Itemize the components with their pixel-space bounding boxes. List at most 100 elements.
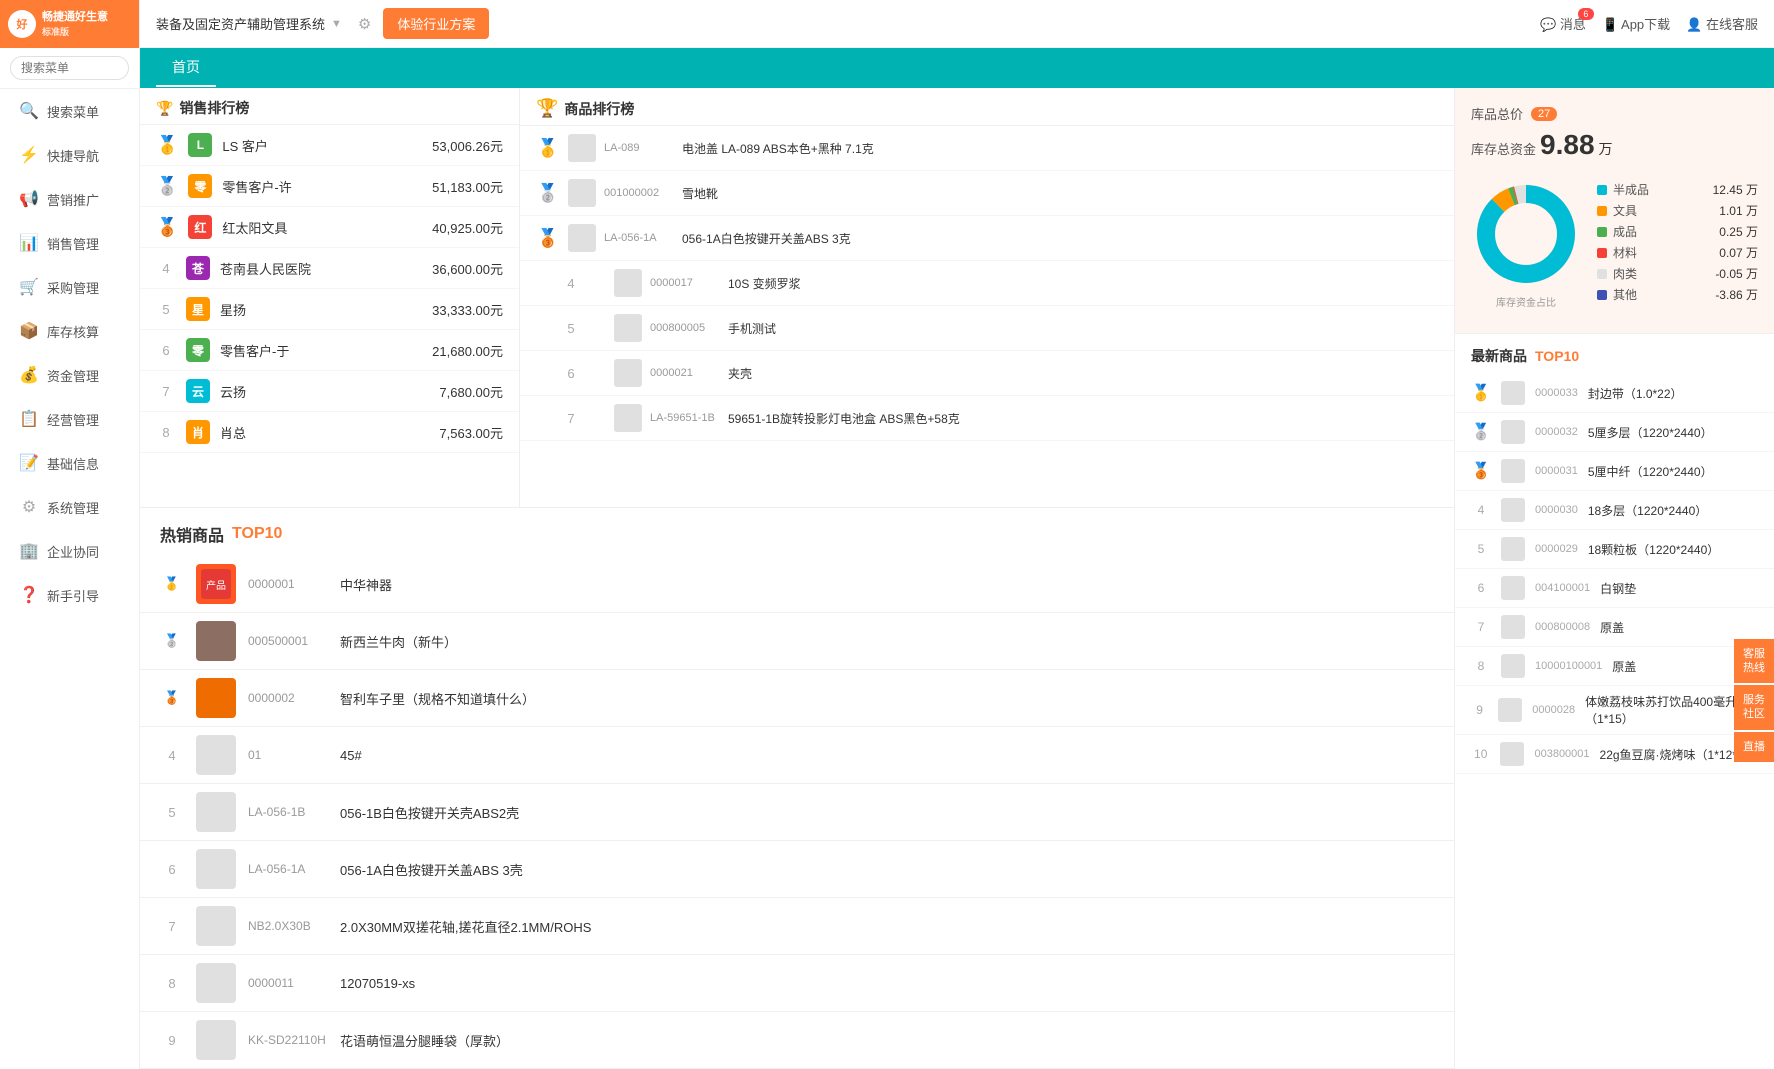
product-rank-top-panel: 🏆 商品排行榜 🥇 LA-089 电池盖 LA-089 ABS本色+黑种 7.1…	[520, 88, 1454, 507]
hot-item-4[interactable]: 4 01 45#	[140, 727, 1454, 784]
product-thumb	[568, 134, 596, 162]
sidebar-item-guide[interactable]: ❓ 新手引导	[0, 573, 139, 617]
product-rank-row-3[interactable]: 🥉 LA-056-1A 056-1A白色按键开关盖ABS 3克	[520, 216, 1454, 261]
medal-icon: 🥉	[156, 217, 178, 238]
rank-row-7[interactable]: 7 云 云扬 7,680.00元	[140, 371, 519, 412]
product-thumb	[614, 359, 642, 387]
hot-item-2[interactable]: 🥈 000500001 新西兰牛肉（新牛）	[140, 613, 1454, 670]
float-btn-community[interactable]: 服务 社区	[1734, 685, 1774, 730]
legend-dot	[1597, 290, 1607, 300]
hot-item-1[interactable]: 🥇 产品 0000001 中华神器	[140, 556, 1454, 613]
sidebar-item-sales[interactable]: 📊 销售管理	[0, 221, 139, 265]
product-rank-row-6[interactable]: 6 0000021 夹壳	[520, 351, 1454, 396]
rank-row-8[interactable]: 8 肖 肖总 7,563.00元	[140, 412, 519, 453]
svg-text:产品: 产品	[206, 579, 226, 592]
sidebar-item-quick-nav[interactable]: ⚡ 快捷导航	[0, 133, 139, 177]
sidebar-item-label: 快捷导航	[47, 146, 99, 165]
newest-row-10[interactable]: 10 003800001 22g鱼豆腐·烧烤味（1*12*20）	[1455, 735, 1774, 774]
newest-row-2[interactable]: 🥈 0000032 5厘多层（1220*2440）	[1455, 413, 1774, 452]
dropdown-arrow-icon[interactable]: ▼	[331, 18, 342, 30]
rank-number: 4	[156, 261, 176, 276]
sidebar-item-finance[interactable]: 💰 资金管理	[0, 353, 139, 397]
product-code: 0000017	[650, 277, 720, 289]
rank-row-4[interactable]: 4 苍 苍南县人民医院 36,600.00元	[140, 248, 519, 289]
donut-chart-container: 库存资金占比	[1471, 179, 1581, 309]
sidebar-item-purchase[interactable]: 🛒 采购管理	[0, 265, 139, 309]
app-logo: 好 畅捷通好生意 标准版	[0, 0, 139, 48]
newest-row-6[interactable]: 6 004100001 白钢垫	[1455, 569, 1774, 608]
float-btn-live[interactable]: 直播	[1734, 732, 1774, 762]
medal-icon: 🥈	[156, 176, 178, 197]
rank-row-3[interactable]: 🥉 红 红太阳文具 40,925.00元	[140, 207, 519, 248]
search-area[interactable]	[0, 48, 139, 89]
hot-item-thumb	[196, 678, 236, 718]
content-wrapper: 🏆 销售排行榜 🥇 L LS 客户 53,006.26元 🥈 零 零售客户-许	[140, 88, 1774, 1069]
sidebar-item-company[interactable]: 🏢 企业协同	[0, 529, 139, 573]
legend-name: 半成品	[1613, 181, 1707, 198]
sidebar-item-inventory[interactable]: 📦 库存核算	[0, 309, 139, 353]
product-thumb	[568, 179, 596, 207]
rank-row-5[interactable]: 5 星 星扬 33,333.00元	[140, 289, 519, 330]
product-rank-row-4[interactable]: 4 0000017 10S 变频罗浆	[520, 261, 1454, 306]
newest-row-3[interactable]: 🥉 0000031 5厘中纤（1220*2440）	[1455, 452, 1774, 491]
logo-badge: 标准版	[42, 25, 108, 38]
newest-top: TOP10	[1535, 348, 1579, 364]
sidebar-item-marketing[interactable]: 📢 营销推广	[0, 177, 139, 221]
tab-home[interactable]: 首页	[156, 49, 216, 87]
system-title: 装备及固定资产辅助管理系统 ▼	[156, 14, 342, 33]
rank-row-6[interactable]: 6 零 零售客户-于 21,680.00元	[140, 330, 519, 371]
product-rank-row-2[interactable]: 🥈 001000002 雪地靴	[520, 171, 1454, 216]
hot-item-name: 花语萌恒温分腿睡袋（厚款）	[340, 1031, 1434, 1050]
guide-icon: ❓	[19, 585, 39, 605]
message-btn[interactable]: 💬 消息 6	[1540, 14, 1586, 33]
legend-name: 成品	[1613, 223, 1713, 240]
rank-name: 星扬	[220, 300, 422, 319]
message-icon: 💬	[1540, 17, 1556, 32]
online-service-btn[interactable]: 👤 在线客服	[1686, 14, 1758, 33]
hot-item-name: 新西兰牛肉（新牛）	[340, 632, 1434, 651]
sidebar-item-search[interactable]: 🔍 搜索菜单	[0, 89, 139, 133]
hot-item-code: 0000011	[248, 976, 328, 990]
product-thumb	[614, 314, 642, 342]
newest-row-5[interactable]: 5 0000029 18颗粒板（1220*2440）	[1455, 530, 1774, 569]
rank-row-2[interactable]: 🥈 零 零售客户-许 51,183.00元	[140, 166, 519, 207]
legend-val: -0.05 万	[1715, 265, 1758, 282]
newest-thumb	[1501, 420, 1525, 444]
hot-item-9[interactable]: 9 KK-SD22110H 花语萌恒温分腿睡袋（厚款）	[140, 1012, 1454, 1069]
trial-btn[interactable]: 体验行业方案	[383, 8, 489, 39]
medal-icon: 🥇	[156, 135, 178, 156]
newest-code: 003800001	[1534, 748, 1589, 760]
product-name: 电池盖 LA-089 ABS本色+黑种 7.1克	[682, 140, 1438, 157]
hot-rank-num: 5	[160, 805, 184, 820]
legend-dot	[1597, 269, 1607, 279]
newest-row-4[interactable]: 4 0000030 18多层（1220*2440）	[1455, 491, 1774, 530]
sidebar-item-operations[interactable]: 📋 经营管理	[0, 397, 139, 441]
newest-name: 白钢垫	[1600, 580, 1636, 597]
hot-item-5[interactable]: 5 LA-056-1B 056-1B白色按键开关壳ABS2壳	[140, 784, 1454, 841]
newest-row-8[interactable]: 8 10000100001 原盖	[1455, 647, 1774, 686]
rank-row-1[interactable]: 🥇 L LS 客户 53,006.26元	[140, 125, 519, 166]
hot-item-thumb	[196, 621, 236, 661]
hot-item-7[interactable]: 7 NB2.0X30B 2.0X30MM双搓花轴,搓花直径2.1MM/ROHS	[140, 898, 1454, 955]
hot-item-3[interactable]: 🥉 0000002 智利车子里（规格不知道填什么）	[140, 670, 1454, 727]
app-download-btn[interactable]: 📱 App下载	[1602, 14, 1670, 33]
product-thumb	[614, 269, 642, 297]
rank-badge: 云	[186, 379, 210, 403]
hot-item-thumb	[196, 735, 236, 775]
newest-row-7[interactable]: 7 000800008 原盖	[1455, 608, 1774, 647]
hot-item-6[interactable]: 6 LA-056-1A 056-1A白色按键开关盖ABS 3壳	[140, 841, 1454, 898]
newest-row-9[interactable]: 9 0000028 体嫩荔枝味苏打饮品400毫升（1*15）	[1455, 686, 1774, 735]
newest-row-1[interactable]: 🥇 0000033 封边带（1.0*22）	[1455, 374, 1774, 413]
search-input[interactable]	[10, 56, 129, 80]
sidebar-item-system[interactable]: ⚙ 系统管理	[0, 485, 139, 529]
hot-item-thumb: 产品	[196, 564, 236, 604]
float-btn-service[interactable]: 客服 热线	[1734, 639, 1774, 684]
sidebar-item-basic-info[interactable]: 📝 基础信息	[0, 441, 139, 485]
hot-rank-num: 🥉	[160, 690, 184, 706]
product-rank-row-7[interactable]: 7 LA-59651-1B 59651-1B旋转投影灯电池盒 ABS黑色+58克	[520, 396, 1454, 441]
hot-item-8[interactable]: 8 0000011 12070519-xs	[140, 955, 1454, 1012]
product-rank-row-5[interactable]: 5 000800005 手机测试	[520, 306, 1454, 351]
settings-icon[interactable]: ⚙	[358, 15, 371, 33]
inventory-total-label: 库存总资金	[1471, 139, 1536, 158]
product-rank-row-1[interactable]: 🥇 LA-089 电池盖 LA-089 ABS本色+黑种 7.1克	[520, 126, 1454, 171]
